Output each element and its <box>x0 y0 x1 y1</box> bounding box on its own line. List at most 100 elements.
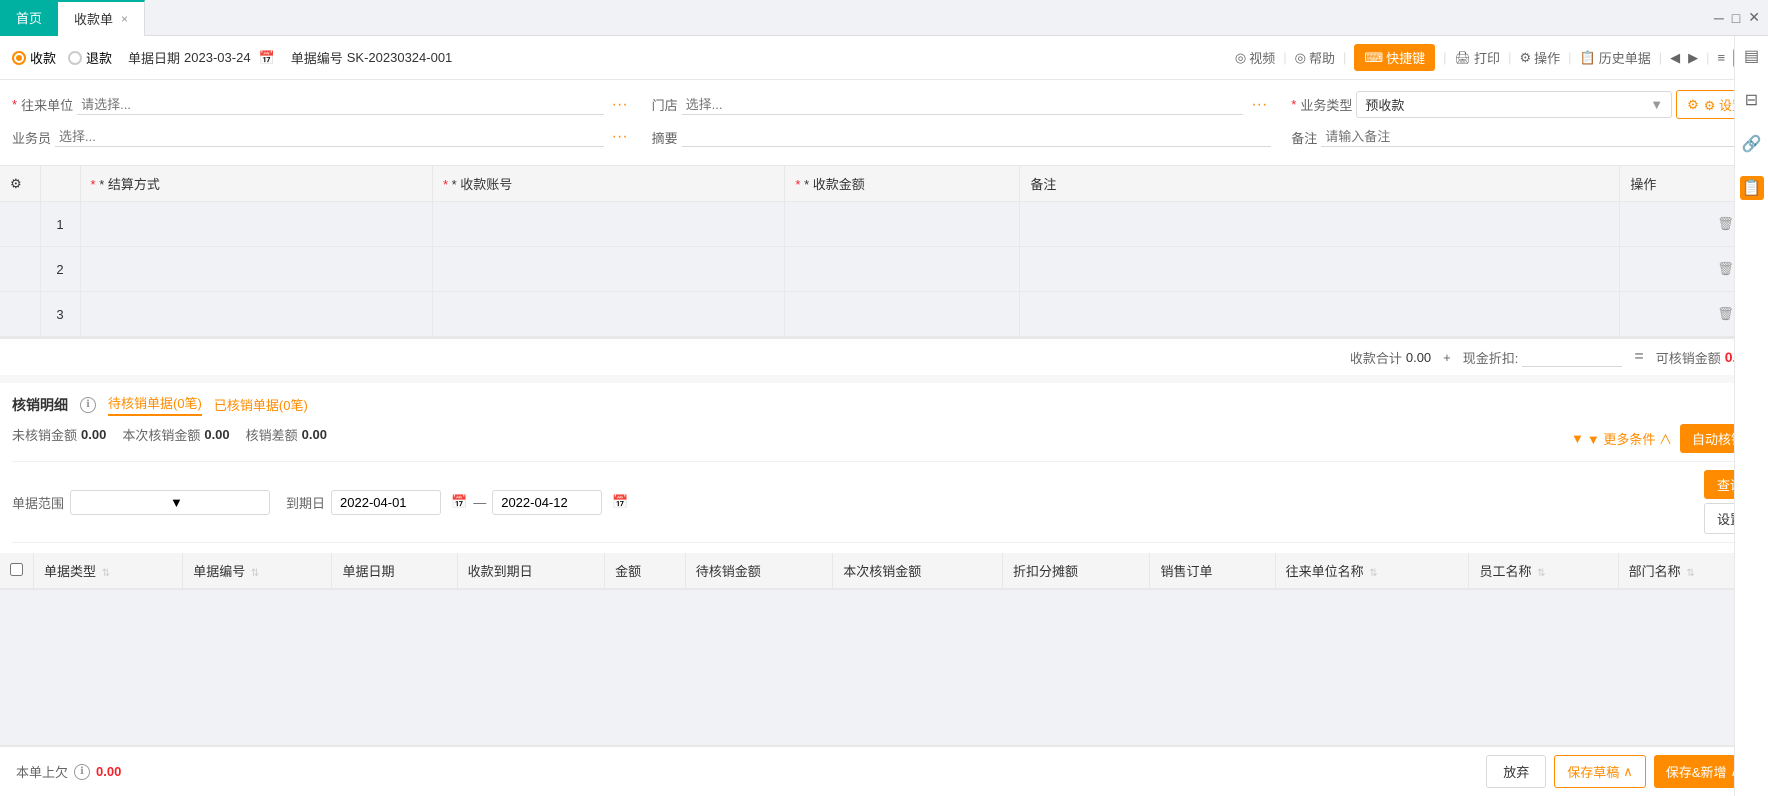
layout-toggle[interactable]: ≡ <box>1718 50 1726 65</box>
radio-return[interactable]: 退款 <box>68 48 112 67</box>
form-row-2: 业务员 ··· 摘要 备注 <box>12 127 1756 147</box>
summary-input[interactable] <box>682 127 1272 147</box>
date-value: 2023-03-24 <box>184 50 251 65</box>
td-remark-2[interactable] <box>1020 247 1620 292</box>
sort-partner-icon[interactable]: ⇅ <box>1369 568 1377 579</box>
biz-type-field: * 业务类型 预收款 ▼ ⚙ ⚙ 设置 <box>1291 90 1756 119</box>
receipt-table: ⚙ * * 结算方式 * * 收款账号 <box>0 166 1768 337</box>
td-remark-3[interactable] <box>1020 292 1620 337</box>
td-num-2: 2 <box>40 247 80 292</box>
staff-more-btn[interactable]: ··· <box>608 128 632 146</box>
video-action[interactable]: ◎ 视频 <box>1235 48 1275 67</box>
date-to-icon[interactable]: 📅 <box>612 494 628 510</box>
verify-title: 核销明细 <box>12 395 68 415</box>
calendar-icon[interactable]: 📅 <box>259 50 275 66</box>
th-remark: 备注 <box>1020 166 1620 202</box>
discount-input[interactable] <box>1522 347 1622 367</box>
panel-link-icon[interactable]: 🔗 <box>1740 132 1764 156</box>
verify-stats: 未核销金额 0.00 本次核销金额 0.00 核销差额 0.00 <box>12 425 327 444</box>
discard-button[interactable]: 放弃 <box>1486 755 1546 788</box>
operate-action[interactable]: ⚙ 操作 <box>1519 48 1560 67</box>
radio-receipt[interactable]: 收款 <box>12 48 56 67</box>
history-label: 历史单据 <box>1599 48 1651 67</box>
staff-label: 业务员 <box>12 128 51 147</box>
panel-table-icon[interactable]: ▤ <box>1740 44 1764 68</box>
th-account: * * 收款账号 <box>432 166 784 202</box>
toolbar-actions: ◎ 视频 | ◎ 帮助 | ⌨ 快捷键 | 🖨 <box>1235 44 1756 71</box>
td-remark-1[interactable] <box>1020 202 1620 247</box>
date-from-input[interactable] <box>331 490 441 515</box>
partner-input[interactable] <box>77 95 604 115</box>
store-more-btn[interactable]: ··· <box>1247 96 1271 114</box>
biz-type-value: 预收款 <box>1365 95 1646 114</box>
staff-input[interactable] <box>55 127 604 147</box>
delete-icon-1[interactable]: 🗑 <box>1715 214 1736 234</box>
th-staff: 员工名称 ⇅ <box>1469 553 1618 589</box>
nav-prev[interactable]: ◀ <box>1670 50 1680 66</box>
td-settle-3[interactable] <box>80 292 432 337</box>
sort-dept-icon[interactable]: ⇅ <box>1686 568 1694 579</box>
th-row-num <box>40 166 80 202</box>
window-restore-icon[interactable]: ─ <box>1714 10 1724 26</box>
more-conditions-btn[interactable]: ▼ ▼ 更多条件 ∧ <box>1571 429 1672 448</box>
date-to-input[interactable] <box>492 490 602 515</box>
toolbar: 收款 退款 单据日期 2023-03-24 📅 单据编号 SK-20230324… <box>0 36 1768 80</box>
settings-icon: ⚙ <box>1687 97 1699 113</box>
required-star: * <box>12 97 17 112</box>
store-input[interactable] <box>682 95 1244 115</box>
current-value: 0.00 <box>204 427 229 442</box>
pending-tab[interactable]: 待核销单据(0笔) <box>108 393 202 416</box>
td-settle-2[interactable] <box>80 247 432 292</box>
done-tab[interactable]: 已核销单据(0笔) <box>214 395 308 414</box>
shortcut-button[interactable]: ⌨ 快捷键 <box>1354 44 1435 71</box>
operate-label: 操作 <box>1534 48 1560 67</box>
print-action[interactable]: 🖨 打印 <box>1455 48 1501 67</box>
help-action[interactable]: ◎ 帮助 <box>1295 48 1335 67</box>
info-icon[interactable]: ℹ <box>74 764 90 780</box>
nav-next[interactable]: ▶ <box>1688 50 1698 66</box>
range-select[interactable]: ▼ <box>70 490 270 515</box>
date-from-icon[interactable]: 📅 <box>451 494 467 510</box>
td-account-1[interactable] <box>432 202 784 247</box>
tab-close-icon[interactable]: × <box>121 12 128 26</box>
td-settle-1[interactable] <box>80 202 432 247</box>
tab-home[interactable]: 首页 <box>0 0 58 36</box>
draft-label: 保存草稿 <box>1567 762 1619 781</box>
window-close-icon[interactable]: ✕ <box>1748 9 1760 26</box>
date-filter-label: 到期日 <box>286 493 325 512</box>
filter-label: 单据范围 <box>12 493 64 512</box>
th-checkbox[interactable] <box>0 553 34 589</box>
delete-icon-3[interactable]: 🗑 <box>1715 304 1736 324</box>
sort-staff-icon[interactable]: ⇅ <box>1537 568 1545 579</box>
select-all-checkbox[interactable] <box>10 563 23 576</box>
td-amount-2[interactable] <box>785 247 1020 292</box>
window-maximize-icon[interactable]: □ <box>1732 10 1740 26</box>
filter-row: 单据范围 ▼ 到期日 📅 — 📅 <box>12 461 1756 543</box>
history-action[interactable]: 📋 历史单据 <box>1580 48 1651 67</box>
video-label: 视频 <box>1249 48 1275 67</box>
partner-label: 往来单位 <box>21 95 73 114</box>
td-account-2[interactable] <box>432 247 784 292</box>
panel-form-icon[interactable]: 📋 <box>1740 176 1764 200</box>
remark-input[interactable] <box>1321 127 1756 147</box>
tab-receipt[interactable]: 收款单 × <box>58 0 145 36</box>
biz-type-select[interactable]: 预收款 ▼ <box>1356 91 1672 118</box>
tab-home-label: 首页 <box>16 8 42 27</box>
discount-label: 现金折扣: <box>1463 348 1519 367</box>
panel-list-icon[interactable]: ⊟ <box>1740 88 1764 112</box>
td-amount-3[interactable] <box>785 292 1020 337</box>
delete-icon-2[interactable]: 🗑 <box>1715 259 1736 279</box>
more-conditions-label: ▼ 更多条件 ∧ <box>1587 429 1672 448</box>
sort-number-icon[interactable]: ⇅ <box>251 568 259 579</box>
partner-more-btn[interactable]: ··· <box>608 96 632 114</box>
th-partner: 往来单位名称 ⇅ <box>1275 553 1469 589</box>
draft-button[interactable]: 保存草稿 ∧ <box>1554 755 1646 788</box>
current-label: 本次核销金额 <box>122 425 200 444</box>
sort-type-icon[interactable]: ⇅ <box>102 568 110 579</box>
table-gear-header[interactable]: ⚙ <box>0 166 40 202</box>
td-account-3[interactable] <box>432 292 784 337</box>
td-amount-1[interactable] <box>785 202 1020 247</box>
range-filter: 单据范围 ▼ <box>12 490 270 515</box>
verify-info-icon[interactable]: ℹ <box>80 397 96 413</box>
verify-stats-row: 未核销金额 0.00 本次核销金额 0.00 核销差额 0.00 <box>12 424 1756 453</box>
